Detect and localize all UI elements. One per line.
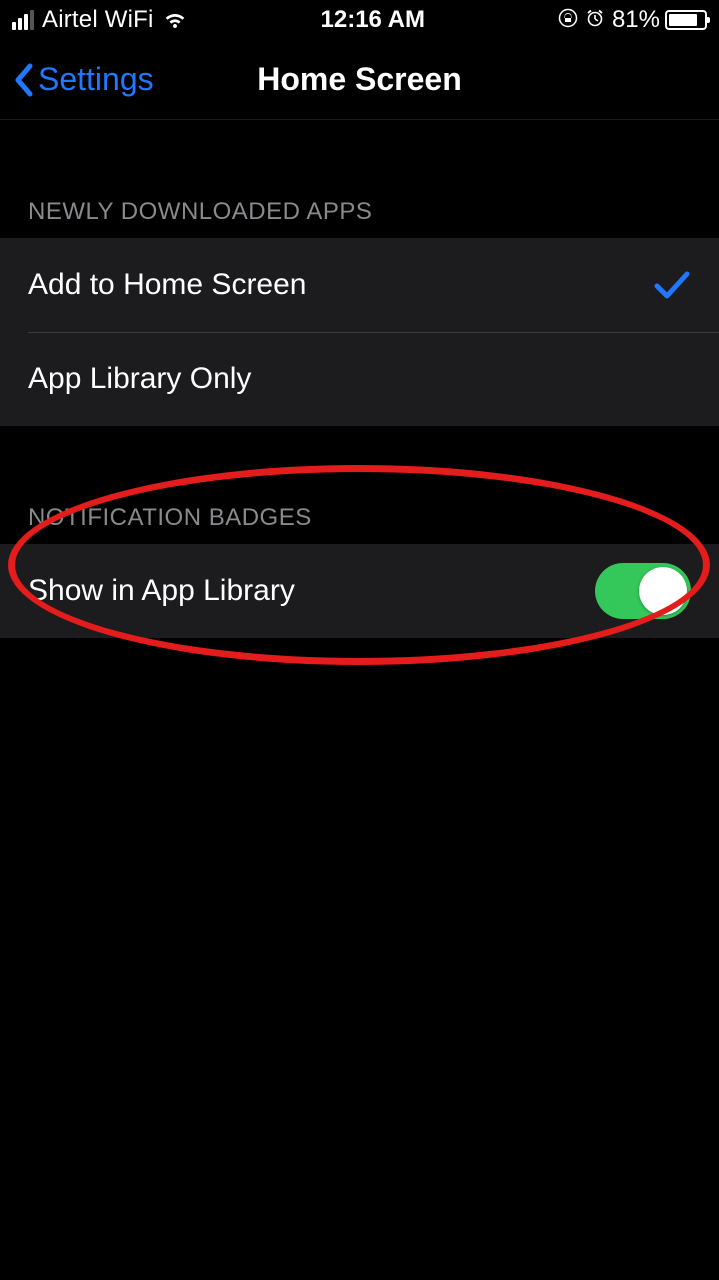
carrier-label: Airtel WiFi (42, 6, 154, 34)
checkmark-icon (653, 268, 691, 302)
option-label: App Library Only (28, 362, 251, 396)
section-header-notification-badges: NOTIFICATION BADGES (0, 504, 719, 544)
row-label: Show in App Library (28, 574, 295, 608)
option-label: Add to Home Screen (28, 268, 306, 302)
option-add-to-home-screen[interactable]: Add to Home Screen (0, 238, 719, 332)
battery-fill (669, 14, 697, 26)
spacer (0, 426, 719, 504)
chevron-left-icon (12, 62, 36, 98)
nav-bar: Settings Home Screen (0, 40, 719, 120)
status-right: 81% (558, 6, 707, 34)
status-time: 12:16 AM (321, 6, 425, 34)
status-left: Airtel WiFi (12, 6, 188, 34)
wifi-icon (162, 10, 188, 30)
page-title: Home Screen (257, 61, 462, 98)
row-show-in-app-library[interactable]: Show in App Library (0, 544, 719, 638)
status-bar: Airtel WiFi 12:16 AM 81% (0, 0, 719, 40)
option-app-library-only[interactable]: App Library Only (0, 332, 719, 426)
list-newly-downloaded: Add to Home Screen App Library Only (0, 238, 719, 426)
alarm-icon (585, 8, 605, 33)
back-button[interactable]: Settings (12, 61, 154, 98)
orientation-lock-icon (558, 8, 578, 33)
section-header-newly-downloaded: NEWLY DOWNLOADED APPS (0, 198, 719, 238)
signal-icon (12, 10, 34, 30)
toggle-show-in-app-library[interactable] (595, 563, 691, 619)
battery-indicator: 81% (612, 6, 707, 34)
back-label: Settings (38, 61, 154, 98)
spacer (0, 120, 719, 198)
list-notification-badges: Show in App Library (0, 544, 719, 638)
toggle-knob (639, 567, 687, 615)
battery-percent: 81% (612, 6, 660, 34)
battery-icon (665, 10, 707, 30)
